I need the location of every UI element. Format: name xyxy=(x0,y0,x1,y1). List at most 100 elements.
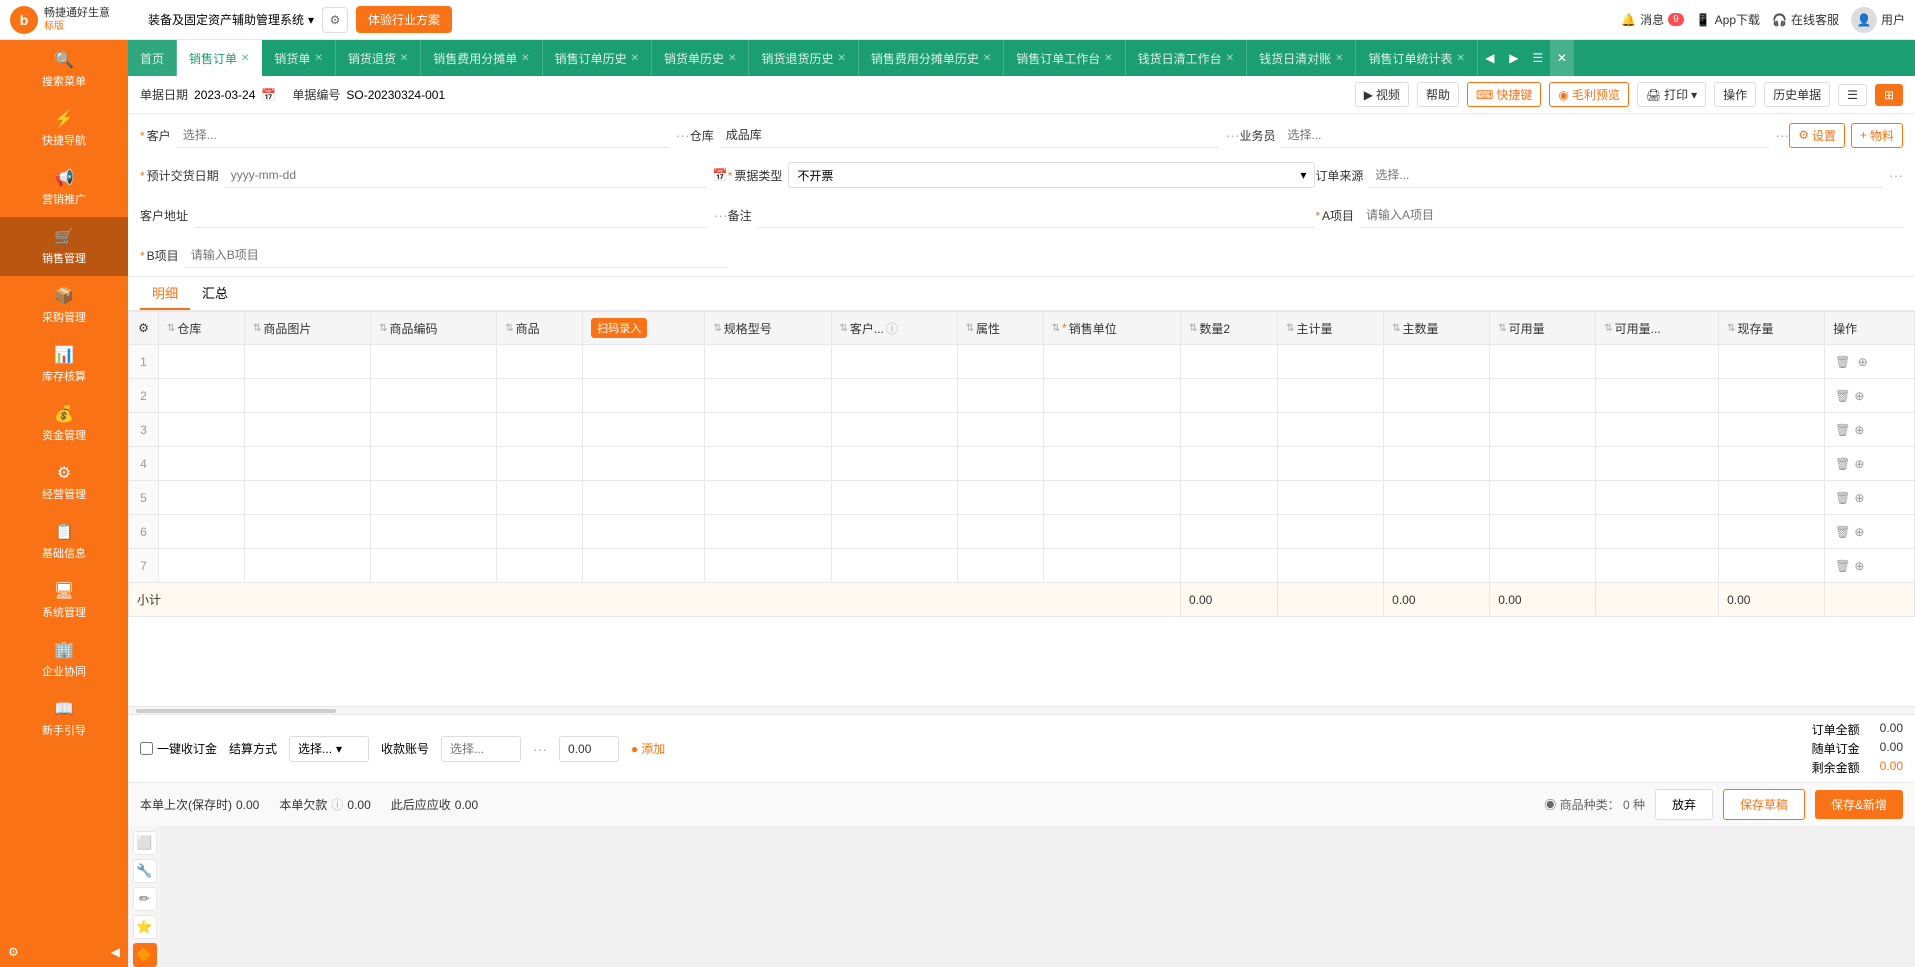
operation-btn[interactable]: 操作 xyxy=(1714,82,1756,107)
sort-spec-icon[interactable]: ⇅ xyxy=(713,323,721,334)
remark-input[interactable] xyxy=(758,202,1316,228)
right-icon-5[interactable]: 🔶 xyxy=(133,943,157,967)
online-service-btn[interactable]: 🎧 在线客服 xyxy=(1772,11,1839,28)
sidebar-item-search[interactable]: 🔍 搜索菜单 xyxy=(0,40,128,99)
sidebar-item-quick-nav[interactable]: ⚡ 快捷导航 xyxy=(0,99,128,158)
sidebar-item-guide[interactable]: 📖 新手引导 xyxy=(0,689,128,748)
tab-sales-stats[interactable]: 销售订单统计表 ✕ xyxy=(1356,40,1477,76)
account-input[interactable] xyxy=(441,736,521,762)
save-new-button[interactable]: 保存&新增 xyxy=(1815,790,1903,819)
payment-method-select[interactable]: 选择... ▾ xyxy=(289,736,369,762)
sort-unit-icon[interactable]: ⇅ xyxy=(1052,323,1060,334)
tab-close-daily-clear-workbench[interactable]: ✕ xyxy=(1226,53,1234,64)
invoice-type-select[interactable]: 不开票 ▾ xyxy=(788,162,1315,188)
row-delete-icon-5[interactable]: 🗑 xyxy=(1835,491,1850,505)
right-icon-3[interactable]: ✏ xyxy=(133,887,157,911)
help-btn[interactable]: 帮助 xyxy=(1417,82,1459,107)
tab-sales-workbench[interactable]: 销售订单工作台 ✕ xyxy=(1004,40,1125,76)
tab-sales-expense-history[interactable]: 销售费用分摊单历史 ✕ xyxy=(859,40,1004,76)
settings-btn[interactable]: ⚙设置 xyxy=(1789,123,1845,148)
order-source-more-btn[interactable]: ··· xyxy=(1889,167,1903,183)
sort-customer-code-icon[interactable]: ⇅ xyxy=(840,323,848,334)
tab-daily-clear-reconcile[interactable]: 钱货日清对账 ✕ xyxy=(1247,40,1356,76)
row-delete-icon-2[interactable]: 🗑 xyxy=(1835,389,1850,403)
add-payment-btn[interactable]: ● 添加 xyxy=(631,740,665,757)
salesperson-more-btn[interactable]: ··· xyxy=(1775,127,1789,143)
sidebar-settings-icon[interactable]: ⚙ xyxy=(8,945,19,959)
calendar-icon[interactable]: 📅 xyxy=(261,88,276,102)
tab-close-sales-return-history[interactable]: ✕ xyxy=(837,53,845,64)
tab-close-sales-workbench[interactable]: ✕ xyxy=(1104,53,1112,64)
sort-attr-icon[interactable]: ⇅ xyxy=(966,323,974,334)
payment-amount-input[interactable] xyxy=(559,736,619,762)
warehouse-more-btn[interactable]: ··· xyxy=(1225,127,1239,143)
sidebar-item-purchase[interactable]: 📦 采购管理 xyxy=(0,276,128,335)
sidebar-collapse-icon[interactable]: ◀ xyxy=(111,945,120,959)
row-delete-icon-3[interactable]: 🗑 xyxy=(1835,423,1850,437)
profit-btn[interactable]: ◉ 毛利预览 xyxy=(1549,82,1629,107)
a-project-input[interactable] xyxy=(1360,202,1903,228)
one-click-checkbox[interactable] xyxy=(140,742,153,755)
sort-code-icon[interactable]: ⇅ xyxy=(379,323,387,334)
solution-button[interactable]: 体验行业方案 xyxy=(356,6,452,33)
sidebar-item-system[interactable]: 🖥 系统管理 xyxy=(0,571,128,630)
horizontal-scrollbar[interactable] xyxy=(136,709,336,713)
sort-available-icon[interactable]: ⇅ xyxy=(1498,323,1506,334)
tab-sales-order[interactable]: 销售订单 ✕ xyxy=(177,40,262,76)
right-icon-2[interactable]: 🔧 xyxy=(133,859,157,883)
row-delete-icon-7[interactable]: 🗑 xyxy=(1835,559,1850,573)
sidebar-item-enterprise[interactable]: 🏢 企业协同 xyxy=(0,630,128,689)
tab-close-sales-expense-history[interactable]: ✕ xyxy=(983,53,991,64)
warehouse-input[interactable] xyxy=(720,122,1220,148)
right-icon-4[interactable]: ⭐ xyxy=(133,915,157,939)
sidebar-item-operations[interactable]: ⚙ 经营管理 xyxy=(0,453,128,512)
sidebar-item-sales[interactable]: 🛒 销售管理 xyxy=(0,217,128,276)
shortcut-btn[interactable]: ⌨ 快捷键 xyxy=(1467,82,1541,107)
sidebar-item-marketing[interactable]: 📢 营销推广 xyxy=(0,158,128,217)
row-delete-icon-6[interactable]: 🗑 xyxy=(1835,525,1850,539)
salesperson-input[interactable] xyxy=(1281,122,1769,148)
layout-grid-btn[interactable]: ⊞ xyxy=(1875,84,1903,106)
order-source-input[interactable] xyxy=(1369,162,1883,188)
app-download-btn[interactable]: 📱 App下载 xyxy=(1696,11,1760,28)
customer-input[interactable] xyxy=(177,122,670,148)
row-copy-icon-4[interactable]: ⊕ xyxy=(1854,457,1864,471)
print-btn[interactable]: 🖨 打印 ▾ xyxy=(1637,82,1706,107)
tab-close-sales-return[interactable]: ✕ xyxy=(400,53,408,64)
tab-close-sales-invoice[interactable]: ✕ xyxy=(314,53,322,64)
sidebar-item-inventory[interactable]: 📊 库存核算 xyxy=(0,335,128,394)
address-more-btn[interactable]: ··· xyxy=(714,207,728,223)
history-btn[interactable]: 历史单据 xyxy=(1764,82,1830,107)
tab-menu-btn[interactable]: ☰ xyxy=(1526,40,1550,76)
row-copy-icon-3[interactable]: ⊕ xyxy=(1854,423,1864,437)
sort-main-qty-icon[interactable]: ⇅ xyxy=(1392,323,1400,334)
tab-close-sales-order[interactable]: ✕ xyxy=(241,53,249,64)
tab-sales-return[interactable]: 销货退货 ✕ xyxy=(336,40,421,76)
sidebar-item-basic[interactable]: 📋 基础信息 xyxy=(0,512,128,571)
tab-close-daily-clear-reconcile[interactable]: ✕ xyxy=(1335,53,1343,64)
tab-prev-btn[interactable]: ◀ xyxy=(1478,40,1502,76)
th-settings[interactable]: ⚙ xyxy=(129,312,159,345)
tab-close-sales-stats[interactable]: ✕ xyxy=(1457,53,1465,64)
b-project-input[interactable] xyxy=(185,242,728,268)
customer-address-input[interactable] xyxy=(194,202,708,228)
tab-sales-expense[interactable]: 销售费用分摊单 ✕ xyxy=(421,40,542,76)
tab-sales-order-history[interactable]: 销售订单历史 ✕ xyxy=(543,40,652,76)
system-name-dropdown[interactable]: 装备及固定资产辅助管理系统 ▾ xyxy=(148,11,314,28)
row-copy-icon-5[interactable]: ⊕ xyxy=(1854,491,1864,505)
save-draft-button[interactable]: 保存草稿 xyxy=(1723,789,1805,820)
sort-current-icon[interactable]: ⇅ xyxy=(1727,323,1735,334)
tab-close-sales-invoice-history[interactable]: ✕ xyxy=(728,53,736,64)
row-copy-icon-7[interactable]: ⊕ xyxy=(1854,559,1864,573)
scan-button[interactable]: 扫码录入 xyxy=(591,318,647,338)
sidebar-item-finance[interactable]: 💰 资金管理 xyxy=(0,394,128,453)
sort-product-icon[interactable]: ⇅ xyxy=(505,323,513,334)
tab-close-sales-order-history[interactable]: ✕ xyxy=(631,53,639,64)
layout-list-btn[interactable]: ☰ xyxy=(1838,84,1867,106)
tab-sales-return-history[interactable]: 销货退货历史 ✕ xyxy=(749,40,858,76)
right-icon-1[interactable]: ⬜ xyxy=(133,831,157,855)
account-more-btn[interactable]: ··· xyxy=(533,741,547,757)
discard-button[interactable]: 放弃 xyxy=(1655,789,1713,820)
view-video-btn[interactable]: ▶ 视频 xyxy=(1355,82,1409,107)
row-delete-icon-1[interactable]: 🗑 xyxy=(1835,355,1850,369)
